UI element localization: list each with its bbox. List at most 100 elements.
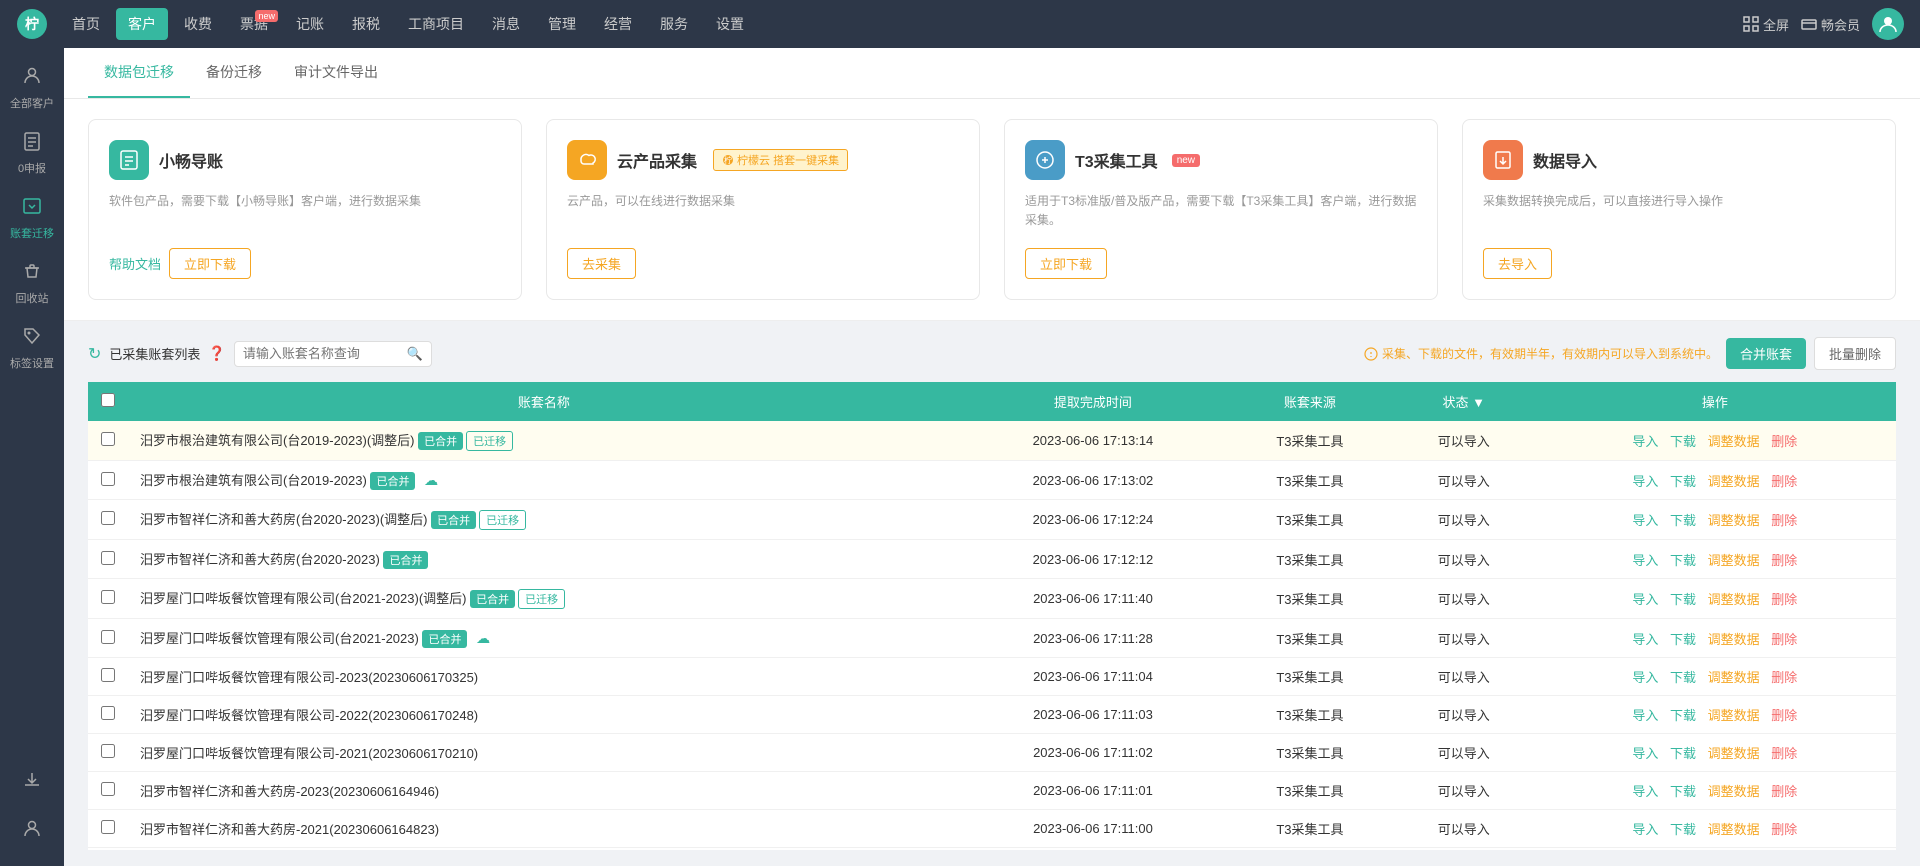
nav-item-invoice[interactable]: 票据 new bbox=[228, 8, 280, 40]
t3-download-button[interactable]: 立即下载 bbox=[1025, 248, 1107, 279]
refresh-icon[interactable]: ↻ bbox=[88, 344, 101, 364]
action-download[interactable]: 下载 bbox=[1670, 434, 1696, 449]
search-icon[interactable]: 🔍 bbox=[407, 346, 423, 362]
xiao-chang-download-button[interactable]: 立即下载 bbox=[169, 248, 251, 279]
action-adjust[interactable]: 调整数据 bbox=[1708, 632, 1760, 647]
action-delete[interactable]: 删除 bbox=[1771, 746, 1797, 761]
sidebar-item-zero-report[interactable]: 0申报 bbox=[0, 121, 64, 186]
help-icon[interactable]: ❓ bbox=[208, 345, 225, 362]
action-import[interactable]: 导入 bbox=[1632, 784, 1658, 799]
sidebar-item-recycle[interactable]: 回收站 bbox=[0, 251, 64, 316]
action-download[interactable]: 下载 bbox=[1670, 670, 1696, 685]
action-import[interactable]: 导入 bbox=[1632, 513, 1658, 528]
nav-item-home[interactable]: 首页 bbox=[60, 8, 112, 40]
nav-item-service[interactable]: 服务 bbox=[648, 8, 700, 40]
action-import[interactable]: 导入 bbox=[1632, 474, 1658, 489]
action-adjust[interactable]: 调整数据 bbox=[1708, 670, 1760, 685]
app-logo[interactable]: 柠 bbox=[16, 8, 48, 40]
vip-button[interactable]: 畅会员 bbox=[1801, 15, 1860, 34]
row-name: 汨罗屋门口哔坂餐饮管理有限公司-2023(20230606170325) bbox=[140, 670, 478, 685]
search-input[interactable] bbox=[243, 346, 403, 361]
action-delete[interactable]: 删除 bbox=[1771, 708, 1797, 723]
nav-item-management[interactable]: 管理 bbox=[536, 8, 588, 40]
action-adjust[interactable]: 调整数据 bbox=[1708, 474, 1760, 489]
row-checkbox[interactable] bbox=[101, 744, 115, 758]
card-data-import-actions: 去导入 bbox=[1483, 248, 1875, 279]
data-import-go-button[interactable]: 去导入 bbox=[1483, 248, 1552, 279]
action-delete[interactable]: 删除 bbox=[1771, 632, 1797, 647]
row-checkbox[interactable] bbox=[101, 668, 115, 682]
action-delete[interactable]: 删除 bbox=[1771, 434, 1797, 449]
action-import[interactable]: 导入 bbox=[1632, 553, 1658, 568]
row-checkbox[interactable] bbox=[101, 511, 115, 525]
nav-item-operations[interactable]: 经营 bbox=[592, 8, 644, 40]
row-source-cell: T3采集工具 bbox=[1226, 696, 1394, 734]
action-download[interactable]: 下载 bbox=[1670, 632, 1696, 647]
merge-accounts-button[interactable]: 合并账套 bbox=[1726, 338, 1806, 369]
action-download[interactable]: 下载 bbox=[1670, 513, 1696, 528]
row-checkbox[interactable] bbox=[101, 630, 115, 644]
action-import[interactable]: 导入 bbox=[1632, 670, 1658, 685]
nav-item-settings[interactable]: 设置 bbox=[704, 8, 756, 40]
action-download[interactable]: 下载 bbox=[1670, 746, 1696, 761]
nav-item-accounting[interactable]: 记账 bbox=[284, 8, 336, 40]
batch-delete-button[interactable]: 批量删除 bbox=[1814, 337, 1896, 370]
tab-data-migration[interactable]: 数据包迁移 bbox=[88, 48, 190, 98]
action-download[interactable]: 下载 bbox=[1670, 784, 1696, 799]
action-adjust[interactable]: 调整数据 bbox=[1708, 513, 1760, 528]
action-download[interactable]: 下载 bbox=[1670, 553, 1696, 568]
user-avatar[interactable] bbox=[1872, 8, 1904, 40]
nav-item-message[interactable]: 消息 bbox=[480, 8, 532, 40]
action-delete[interactable]: 删除 bbox=[1771, 784, 1797, 799]
action-import[interactable]: 导入 bbox=[1632, 592, 1658, 607]
action-download[interactable]: 下载 bbox=[1670, 474, 1696, 489]
row-checkbox[interactable] bbox=[101, 432, 115, 446]
nav-item-payment[interactable]: 收费 bbox=[172, 8, 224, 40]
tab-audit-export[interactable]: 审计文件导出 bbox=[278, 48, 394, 98]
action-download[interactable]: 下载 bbox=[1670, 822, 1696, 837]
action-adjust[interactable]: 调整数据 bbox=[1708, 822, 1760, 837]
action-import[interactable]: 导入 bbox=[1632, 434, 1658, 449]
action-download[interactable]: 下载 bbox=[1670, 592, 1696, 607]
nav-item-bizproject[interactable]: 工商项目 bbox=[396, 8, 476, 40]
action-delete[interactable]: 删除 bbox=[1771, 513, 1797, 528]
action-delete[interactable]: 删除 bbox=[1771, 553, 1797, 568]
table-scroll-area[interactable]: 账套名称 提取完成时间 账套来源 状态 ▼ 操作 汨罗市 bbox=[88, 382, 1896, 850]
row-checkbox[interactable] bbox=[101, 590, 115, 604]
tab-backup-migration[interactable]: 备份迁移 bbox=[190, 48, 278, 98]
col-header-status[interactable]: 状态 ▼ bbox=[1394, 382, 1534, 421]
action-delete[interactable]: 删除 bbox=[1771, 822, 1797, 837]
action-delete[interactable]: 删除 bbox=[1771, 592, 1797, 607]
action-delete[interactable]: 删除 bbox=[1771, 670, 1797, 685]
row-checkbox[interactable] bbox=[101, 551, 115, 565]
row-checkbox[interactable] bbox=[101, 820, 115, 834]
help-doc-link[interactable]: 帮助文档 bbox=[109, 254, 161, 273]
fullscreen-button[interactable]: 全屏 bbox=[1743, 15, 1789, 34]
sidebar-item-all-customers[interactable]: 全部客户 bbox=[0, 56, 64, 121]
action-adjust[interactable]: 调整数据 bbox=[1708, 434, 1760, 449]
cloud-collect-go-button[interactable]: 去采集 bbox=[567, 248, 636, 279]
action-delete[interactable]: 删除 bbox=[1771, 474, 1797, 489]
action-adjust[interactable]: 调整数据 bbox=[1708, 553, 1760, 568]
nav-item-customer[interactable]: 客户 bbox=[116, 8, 168, 40]
action-download[interactable]: 下载 bbox=[1670, 708, 1696, 723]
action-import[interactable]: 导入 bbox=[1632, 822, 1658, 837]
action-adjust[interactable]: 调整数据 bbox=[1708, 784, 1760, 799]
select-all-checkbox[interactable] bbox=[101, 393, 115, 407]
action-adjust[interactable]: 调整数据 bbox=[1708, 746, 1760, 761]
action-import[interactable]: 导入 bbox=[1632, 708, 1658, 723]
action-adjust[interactable]: 调整数据 bbox=[1708, 592, 1760, 607]
row-checkbox[interactable] bbox=[101, 472, 115, 486]
sidebar-item-account-migration[interactable]: 账套迁移 bbox=[0, 186, 64, 251]
sidebar-item-tag-settings[interactable]: 标签设置 bbox=[0, 316, 64, 381]
action-import[interactable]: 导入 bbox=[1632, 746, 1658, 761]
sidebar-item-user[interactable] bbox=[18, 809, 46, 858]
row-checkbox[interactable] bbox=[101, 706, 115, 720]
cloud-icon: ☁ bbox=[422, 472, 440, 490]
row-checkbox[interactable] bbox=[101, 782, 115, 796]
action-import[interactable]: 导入 bbox=[1632, 632, 1658, 647]
nav-item-tax[interactable]: 报税 bbox=[340, 8, 392, 40]
action-adjust[interactable]: 调整数据 bbox=[1708, 708, 1760, 723]
row-name: 汨罗市根治建筑有限公司(台2019-2023) bbox=[140, 473, 367, 488]
sidebar-item-download[interactable] bbox=[18, 760, 46, 809]
